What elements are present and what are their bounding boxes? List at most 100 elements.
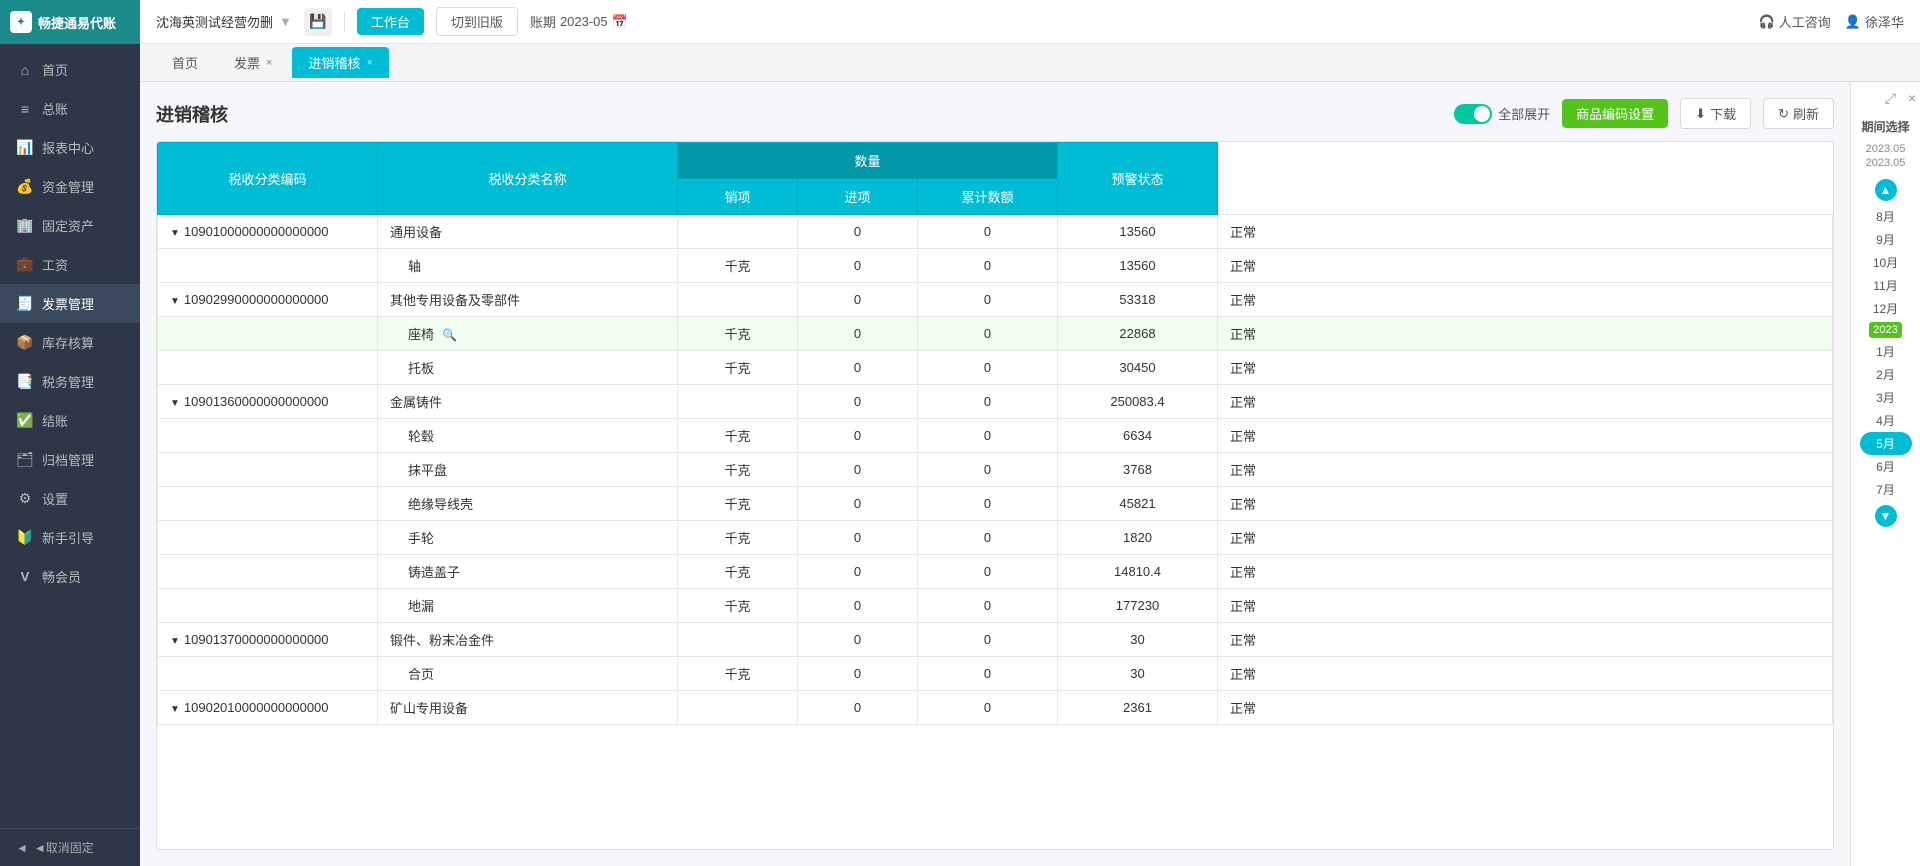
sidebar-item-salary[interactable]: 💼 工资 [0, 245, 140, 284]
tab-reconcile[interactable]: 进销稽核 × [292, 47, 388, 78]
sidebar: ✦ 畅捷通易代账 ⌂ 首页 ≡ 总账 📊 报表中心 💰 资金管理 🏢 固定资产 … [0, 0, 140, 866]
company-name: 沈海英测试经营勿删 [156, 12, 273, 31]
help-label: 人工咨询 [1779, 12, 1831, 31]
tab-invoice-close[interactable]: × [266, 57, 272, 69]
period-month-11[interactable]: 11月 [1860, 274, 1912, 297]
tab-reconcile-close[interactable]: × [366, 57, 372, 69]
table-row: 轮毂千克006634正常 [158, 419, 1833, 453]
period-up-btn[interactable]: ▲ [1875, 179, 1897, 201]
switch-old-btn[interactable]: 切到旧版 [436, 7, 518, 36]
main-area: 沈海英测试经营勿删 ▼ 💾 工作台 切到旧版 账期 2023-05 📅 🎧 人工… [140, 0, 1920, 866]
logo-icon: ✦ [10, 11, 32, 33]
sidebar-item-label: 新手引导 [42, 528, 94, 547]
period-down-btn[interactable]: ▼ [1875, 505, 1897, 527]
period-month-12[interactable]: 12月 [1860, 297, 1912, 320]
right-period-panel: × ⤢ 期间选择 2023.05 2023.05 ▲ 8月 9月 10月 11月… [1850, 82, 1920, 866]
table-row: ▼10901370000000000000锻件、粉末冶金件0030正常 [158, 623, 1833, 657]
close-panel-btn[interactable]: × [1908, 90, 1916, 106]
sidebar-item-reports[interactable]: 📊 报表中心 [0, 128, 140, 167]
topbar-period: 账期 2023-05 📅 [530, 12, 628, 31]
sidebar-item-tax[interactable]: 📑 税务管理 [0, 362, 140, 401]
period-month-3[interactable]: 3月 [1860, 386, 1912, 409]
period-year-2023-top2: 2023.05 [1866, 157, 1906, 169]
topbar-divider [344, 12, 345, 32]
sidebar-item-label: 结账 [42, 411, 68, 430]
th-total: 累计数额 [918, 179, 1058, 215]
period-month-9[interactable]: 9月 [1860, 228, 1912, 251]
help-item[interactable]: 🎧 人工咨询 [1759, 12, 1831, 31]
period-year-2023-top: 2023.05 [1866, 143, 1906, 155]
data-table-wrap: 税收分类编码 税收分类名称 数量 预警状态 销项 进项 累计数额 ▼109010… [156, 141, 1834, 850]
th-code: 税收分类编码 [158, 143, 378, 215]
table-row: 座椅🔍千克0022868正常 [158, 317, 1833, 351]
period-month-4[interactable]: 4月 [1860, 409, 1912, 432]
sidebar-item-label: 总账 [42, 99, 68, 118]
table-row: 铸造盖子千克0014810.4正常 [158, 555, 1833, 589]
app-logo: ✦ 畅捷通易代账 [0, 0, 140, 44]
sidebar-item-label: 发票管理 [42, 294, 94, 313]
refresh-icon: ↻ [1778, 106, 1789, 122]
app-name: 畅捷通易代账 [38, 13, 116, 32]
sidebar-item-home[interactable]: ⌂ 首页 [0, 50, 140, 89]
user-icon: 👤 [1845, 14, 1861, 30]
period-month-10[interactable]: 10月 [1860, 251, 1912, 274]
company-selector[interactable]: 沈海英测试经营勿删 ▼ [156, 12, 292, 31]
sidebar-item-label: 资金管理 [42, 177, 94, 196]
table-row: 托板千克0030450正常 [158, 351, 1833, 385]
sidebar-item-ledger[interactable]: ≡ 总账 [0, 89, 140, 128]
period-month-7[interactable]: 7月 [1860, 478, 1912, 501]
data-table: 税收分类编码 税收分类名称 数量 预警状态 销项 进项 累计数额 ▼109010… [157, 142, 1833, 725]
page-actions: 全部展开 商品编码设置 ⬇ 下载 ↻ 刷新 [1454, 98, 1834, 129]
sidebar-item-invoice[interactable]: 🧾 发票管理 [0, 284, 140, 323]
user-name: 徐泽华 [1865, 12, 1904, 31]
refresh-btn[interactable]: ↻ 刷新 [1763, 98, 1834, 129]
period-month-2[interactable]: 2月 [1860, 363, 1912, 386]
sidebar-nav: ⌂ 首页 ≡ 总账 📊 报表中心 💰 资金管理 🏢 固定资产 💼 工资 🧾 发票… [0, 44, 140, 828]
tab-reconcile-label: 进销稽核 [308, 53, 360, 72]
page: 进销稽核 全部展开 商品编码设置 ⬇ 下载 ↻ 刷新 [140, 82, 1850, 866]
sidebar-item-label: 工资 [42, 255, 68, 274]
expand-panel-btn[interactable]: ⤢ [1885, 90, 1896, 107]
download-icon: ⬇ [1695, 106, 1706, 122]
period-month-1[interactable]: 1月 [1860, 340, 1912, 363]
period-month-8[interactable]: 8月 [1860, 205, 1912, 228]
table-row: ▼10901360000000000000金属铸件00250083.4正常 [158, 385, 1833, 419]
cancel-fixed-btn[interactable]: ◄ ◄取消固定 [0, 828, 140, 866]
period-month-6[interactable]: 6月 [1860, 455, 1912, 478]
tab-invoice-label: 发票 [234, 53, 260, 72]
table-row: 绝缘导线壳千克0045821正常 [158, 487, 1833, 521]
product-code-btn[interactable]: 商品编码设置 [1562, 99, 1668, 128]
th-out: 销项 [678, 179, 798, 215]
period-month-5[interactable]: 5月 [1860, 432, 1912, 455]
table-row: 轴千克0013560正常 [158, 249, 1833, 283]
salary-icon: 💼 [16, 256, 34, 273]
period-value: 2023-05 [560, 14, 608, 29]
headset-icon: 🎧 [1759, 14, 1775, 30]
workbench-btn[interactable]: 工作台 [357, 8, 424, 35]
tab-invoice[interactable]: 发票 × [218, 47, 288, 78]
tabbar: 首页 发票 × 进销稽核 × [140, 44, 1920, 82]
sidebar-item-funds[interactable]: 💰 资金管理 [0, 167, 140, 206]
calendar-icon[interactable]: 📅 [612, 14, 628, 30]
download-btn[interactable]: ⬇ 下载 [1680, 98, 1751, 129]
period-year-2023-label[interactable]: 2023 [1869, 322, 1901, 338]
table-row: ▼10902990000000000000其他专用设备及零部件0053318正常 [158, 283, 1833, 317]
sidebar-item-archive[interactable]: 🗂 归档管理 [0, 440, 140, 479]
sidebar-item-settings[interactable]: ⚙ 设置 [0, 479, 140, 518]
sidebar-item-settle[interactable]: ✅ 结账 [0, 401, 140, 440]
sidebar-item-stock[interactable]: 📦 库存核算 [0, 323, 140, 362]
tab-home[interactable]: 首页 [156, 47, 214, 78]
user-item[interactable]: 👤 徐泽华 [1845, 12, 1904, 31]
expand-toggle[interactable] [1454, 104, 1492, 124]
sidebar-item-assets[interactable]: 🏢 固定资产 [0, 206, 140, 245]
save-btn[interactable]: 💾 [304, 8, 332, 36]
table-row: ▼10901000000000000000通用设备0013560正常 [158, 215, 1833, 249]
invoice-icon: 🧾 [16, 295, 34, 312]
table-row: 合页千克0030正常 [158, 657, 1833, 691]
th-status: 预警状态 [1058, 143, 1218, 215]
sidebar-item-label: 报表中心 [42, 138, 94, 157]
sidebar-item-guide[interactable]: 🔰 新手引导 [0, 518, 140, 557]
search-icon[interactable]: 🔍 [442, 328, 457, 342]
expand-toggle-wrap: 全部展开 [1454, 104, 1550, 124]
sidebar-item-member[interactable]: V 畅会员 [0, 557, 140, 596]
